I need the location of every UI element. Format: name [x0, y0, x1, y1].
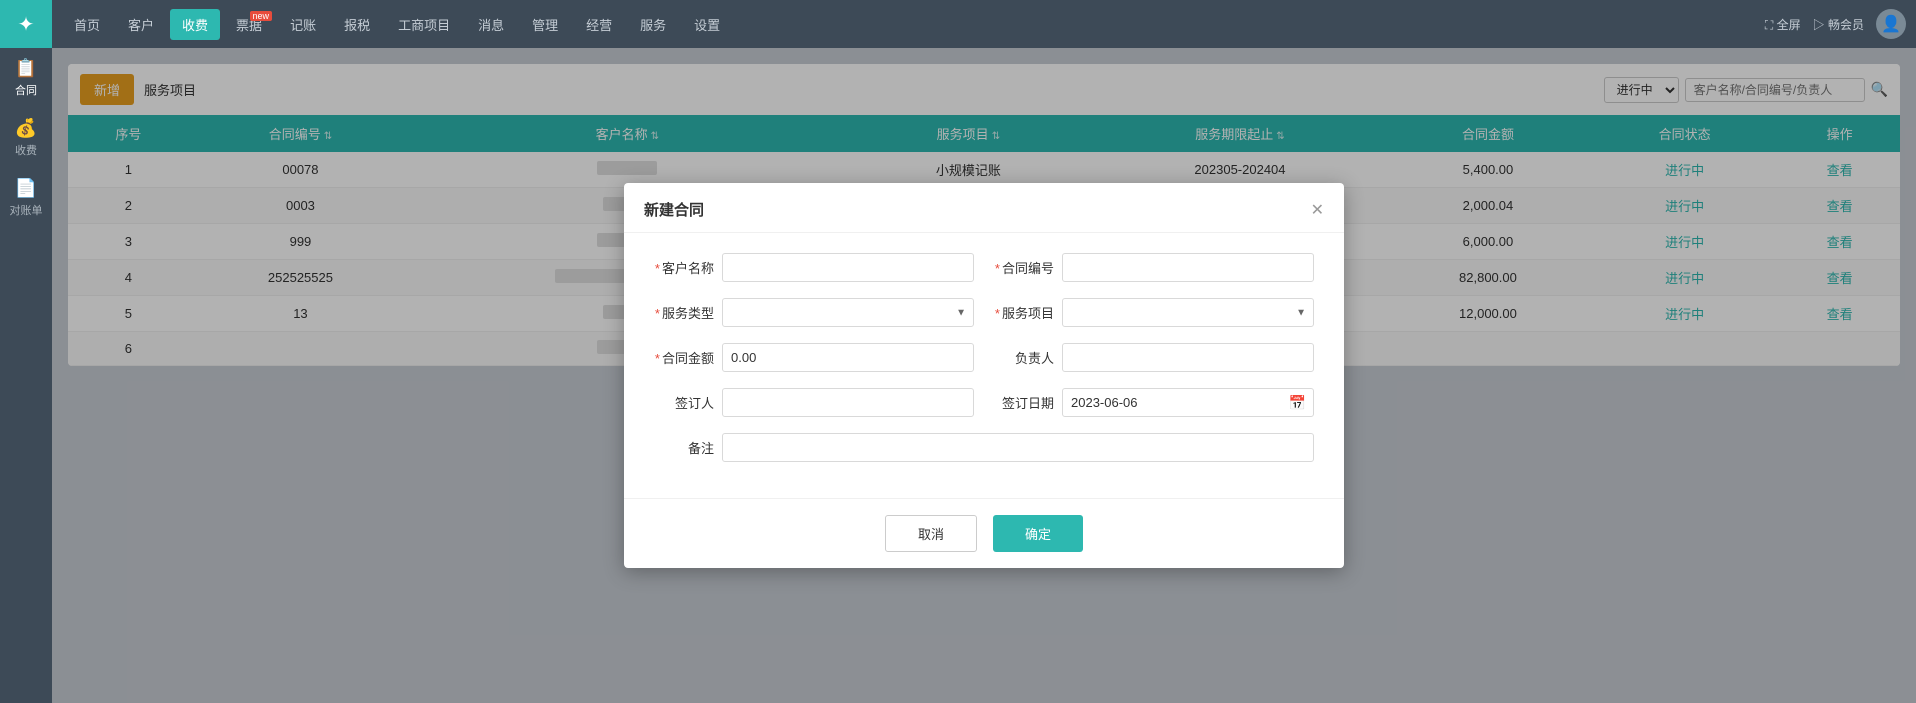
- form-group-service-item: *服务项目 ▼: [994, 298, 1314, 327]
- client-name-input[interactable]: [722, 253, 974, 282]
- responsible-label: 负责人: [994, 348, 1054, 367]
- new-contract-modal: 新建合同 ✕ *客户名称 *合同编号: [624, 183, 1344, 568]
- nav-bookkeeping[interactable]: 记账: [278, 9, 328, 40]
- sidebar-item-collection[interactable]: 💰 收费: [0, 108, 52, 168]
- collection-icon: 💰: [15, 118, 37, 139]
- modal-overlay: 新建合同 ✕ *客户名称 *合同编号: [52, 48, 1916, 703]
- service-item-label: *服务项目: [994, 303, 1054, 322]
- nav-tax[interactable]: 报税: [332, 9, 382, 40]
- form-group-sign-date: 签订日期 📅: [994, 388, 1314, 417]
- nav-message[interactable]: 消息: [466, 9, 516, 40]
- modal-header: 新建合同 ✕: [624, 183, 1344, 233]
- contract-no-label: *合同编号: [994, 258, 1054, 277]
- form-row-3: *合同金额 负责人: [654, 343, 1314, 372]
- form-row-5: 备注: [654, 433, 1314, 462]
- nav-settings[interactable]: 设置: [682, 9, 732, 40]
- sidebar-item-label: 合同: [15, 82, 37, 98]
- modal-title: 新建合同: [644, 199, 704, 220]
- signer-input[interactable]: [722, 388, 974, 417]
- sidebar-item-label: 收费: [15, 142, 37, 158]
- nav-invoice[interactable]: 收费: [170, 9, 220, 40]
- new-badge: new: [250, 11, 273, 21]
- form-row-1: *客户名称 *合同编号: [654, 253, 1314, 282]
- nav-home[interactable]: 首页: [62, 9, 112, 40]
- sidebar-item-contract[interactable]: 📋 合同: [0, 48, 52, 108]
- required-star: *: [655, 261, 660, 276]
- cancel-button[interactable]: 取消: [885, 515, 977, 552]
- sign-date-label: 签订日期: [994, 393, 1054, 412]
- required-star: *: [655, 306, 660, 321]
- form-group-contract-no: *合同编号: [994, 253, 1314, 282]
- signer-label: 签订人: [654, 393, 714, 412]
- contract-icon: 📋: [15, 58, 37, 79]
- topnav-right-area: ⛶ 全屏 ▷ 畅会员 👤: [1765, 9, 1906, 39]
- fullscreen-button[interactable]: ⛶ 全屏: [1765, 16, 1801, 33]
- contract-amount-input[interactable]: [722, 343, 974, 372]
- required-star: *: [995, 306, 1000, 321]
- sign-date-wrapper: 📅: [1062, 388, 1314, 417]
- nav-service[interactable]: 服务: [628, 9, 678, 40]
- service-item-wrapper: ▼: [1062, 298, 1314, 327]
- service-type-label: *服务类型: [654, 303, 714, 322]
- nav-client[interactable]: 客户: [116, 9, 166, 40]
- modal-footer: 取消 确定: [624, 498, 1344, 568]
- nav-ticket[interactable]: 票据 new: [224, 9, 274, 40]
- modal-close-button[interactable]: ✕: [1311, 200, 1324, 220]
- sign-date-input[interactable]: [1062, 388, 1314, 417]
- nav-business[interactable]: 工商项目: [386, 9, 462, 40]
- form-group-service-type: *服务类型 ▼: [654, 298, 974, 327]
- required-star: *: [655, 351, 660, 366]
- vip-button[interactable]: ▷ 畅会员: [1813, 16, 1864, 33]
- service-type-wrapper: ▼: [722, 298, 974, 327]
- remark-input[interactable]: [722, 433, 1314, 462]
- service-type-select[interactable]: [722, 298, 974, 327]
- sidebar-item-label: 对账单: [10, 202, 43, 218]
- form-row-2: *服务类型 ▼ *服务项目: [654, 298, 1314, 327]
- main-container: 首页 客户 收费 票据 new 记账 报税 工商项目 消息 管理 经营 服务 设…: [52, 0, 1916, 703]
- reconciliation-icon: 📄: [15, 178, 37, 199]
- user-avatar[interactable]: 👤: [1876, 9, 1906, 39]
- top-navigation: 首页 客户 收费 票据 new 记账 报税 工商项目 消息 管理 经营 服务 设…: [52, 0, 1916, 48]
- modal-body: *客户名称 *合同编号: [624, 233, 1344, 498]
- client-name-label: *客户名称: [654, 258, 714, 277]
- form-group-remark: 备注: [654, 433, 1314, 462]
- sidebar-item-reconciliation[interactable]: 📄 对账单: [0, 168, 52, 228]
- logo-icon: ✦: [18, 12, 35, 37]
- nav-manage[interactable]: 管理: [520, 9, 570, 40]
- required-star: *: [995, 261, 1000, 276]
- form-group-signer: 签订人: [654, 388, 974, 417]
- amount-label: *合同金额: [654, 348, 714, 367]
- nav-operate[interactable]: 经营: [574, 9, 624, 40]
- content-area: 新增 服务项目 进行中 全部 已完成 已终止 🔍 序号: [52, 48, 1916, 703]
- responsible-person-input[interactable]: [1062, 343, 1314, 372]
- form-group-client-name: *客户名称: [654, 253, 974, 282]
- service-item-select[interactable]: [1062, 298, 1314, 327]
- contract-no-input[interactable]: [1062, 253, 1314, 282]
- app-logo[interactable]: ✦: [0, 0, 52, 48]
- remark-label: 备注: [654, 438, 714, 457]
- sidebar: ✦ 📋 合同 💰 收费 📄 对账单: [0, 0, 52, 703]
- form-row-4: 签订人 签订日期 📅: [654, 388, 1314, 417]
- form-group-amount: *合同金额: [654, 343, 974, 372]
- confirm-button[interactable]: 确定: [993, 515, 1083, 552]
- form-group-responsible: 负责人: [994, 343, 1314, 372]
